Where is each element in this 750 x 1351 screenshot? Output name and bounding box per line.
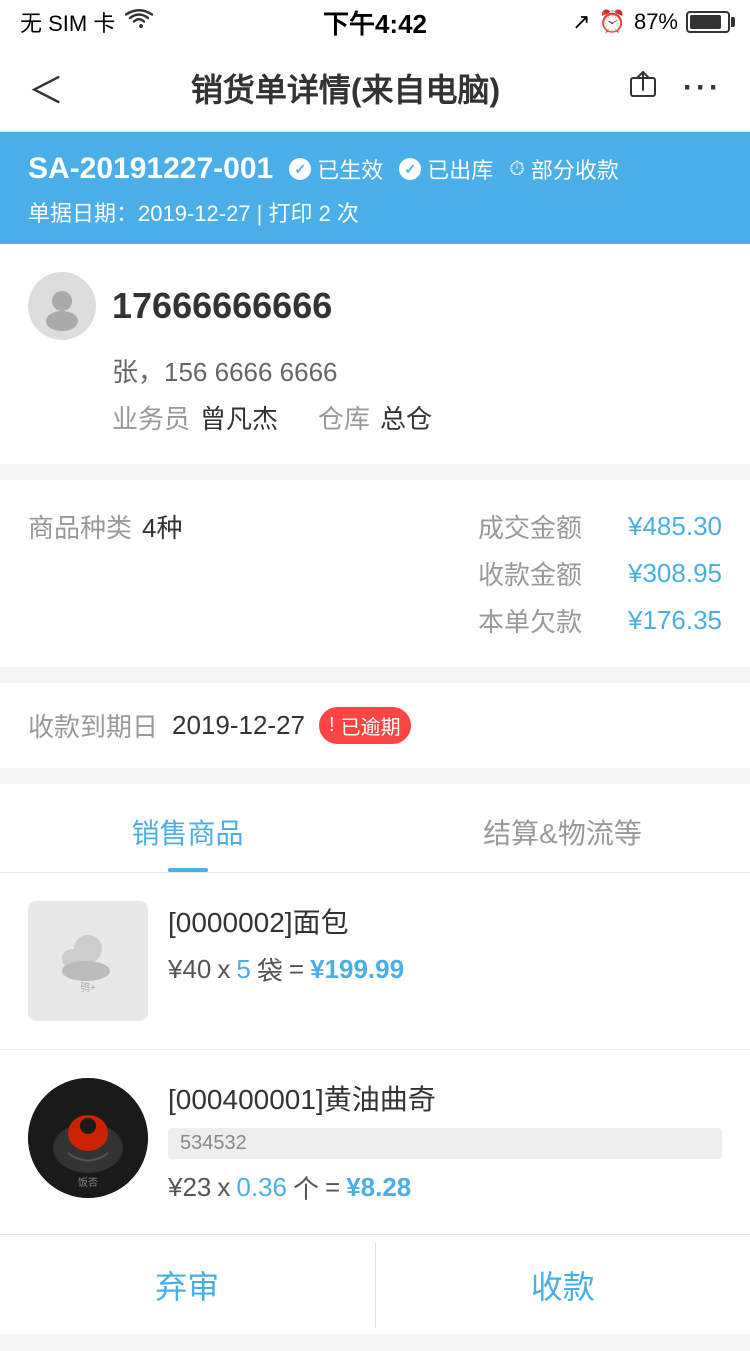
overdue-alert-icon: ! (329, 714, 335, 737)
status-text-3: 部分收款 (531, 153, 619, 185)
customer-meta: 业务员 曾凡杰 仓库 总仓 (28, 399, 722, 436)
deal-amount-label: 成交金额 (478, 508, 582, 545)
due-section: 收款到期日 2019-12-27 ! 已逾期 (0, 683, 750, 768)
bottom-bar: 弃审 收款 (0, 1234, 750, 1334)
product-unit-price-0: ¥40 (168, 954, 211, 985)
product-thumb-1: 饭否 (28, 1078, 148, 1198)
nav-actions: ··· (627, 68, 722, 108)
status-badge-1: ✓ 已生效 (289, 153, 383, 185)
warehouse-item: 仓库 总仓 (318, 399, 432, 436)
product-item-1: 饭否 [000400001]黄油曲奇 534532 ¥23 x 0.36 个 =… (0, 1050, 750, 1235)
carrier-text: 无 SIM 卡 (20, 6, 115, 38)
collect-amount-item: 收款金额 ¥308.95 (478, 555, 722, 592)
warehouse-value: 总仓 (380, 399, 432, 436)
product-tag-1: 534532 (168, 1128, 722, 1159)
product-types-item: 商品种类 4种 (28, 508, 182, 545)
avatar (28, 272, 96, 340)
tab-sales-products[interactable]: 销售商品 (0, 784, 375, 872)
collect-amount-value: ¥308.95 (602, 558, 722, 589)
owe-amount-label: 本单欠款 (478, 602, 582, 639)
cancel-review-button[interactable]: 弃审 (0, 1242, 376, 1328)
overdue-text: 已逾期 (341, 711, 401, 740)
due-label: 收款到期日 (28, 707, 158, 744)
collect-payment-button[interactable]: 收款 (376, 1242, 750, 1328)
product-info-0: [0000002]面包 ¥40 x 5 袋 = ¥199.99 (168, 901, 722, 988)
page-title: 销货单详情(来自电脑) (191, 65, 500, 111)
check-icon-1: ✓ (289, 158, 311, 180)
tabs-section: 销售商品 结算&物流等 (0, 784, 750, 873)
share-icon[interactable] (627, 68, 659, 108)
status-text-1: 已生效 (317, 153, 383, 185)
customer-phone: 17666666666 (112, 285, 332, 327)
salesperson-value: 曾凡杰 (200, 399, 278, 436)
collect-amount-label: 收款金额 (478, 555, 582, 592)
alarm-icon: ⏰ (599, 9, 626, 35)
products-section: 鸮+ [0000002]面包 ¥40 x 5 袋 = ¥199.99 (0, 873, 750, 1235)
owe-amount-item: 本单欠款 ¥176.35 (478, 602, 722, 639)
nav-bar: ＜ 销货单详情(来自电脑) ··· (0, 44, 750, 132)
product-price-row-0: ¥40 x 5 袋 = ¥199.99 (168, 951, 722, 988)
tab-settlement-logistics-label: 结算&物流等 (483, 818, 642, 849)
stats-row: 商品种类 4种 成交金额 ¥485.30 收款金额 ¥308.95 本单欠款 ¥… (28, 508, 722, 639)
product-types-label: 商品种类 (28, 508, 132, 545)
order-id-row: SA-20191227-001 ✓ 已生效 ✓ 已出库 ⏱ 部分收款 (28, 152, 722, 186)
salesperson-item: 业务员 曾凡杰 (112, 399, 278, 436)
product-thumb-0: 鸮+ (28, 901, 148, 1021)
product-unit-1: 个 (293, 1169, 319, 1206)
product-total-0: ¥199.99 (310, 954, 404, 985)
overdue-badge: ! 已逾期 (319, 707, 411, 744)
due-date-value: 2019-12-27 (172, 710, 305, 741)
wifi-icon (125, 8, 153, 36)
clock-icon: ⏱ (509, 158, 525, 181)
order-date-row: 单据日期：2019-12-27 | 打印 2 次 (28, 196, 722, 228)
stats-section: 商品种类 4种 成交金额 ¥485.30 收款金额 ¥308.95 本单欠款 ¥… (0, 480, 750, 667)
product-name-0: [0000002]面包 (168, 901, 722, 941)
product-total-1: ¥8.28 (346, 1172, 411, 1203)
tab-sales-products-label: 销售商品 (131, 818, 243, 849)
more-icon[interactable]: ··· (683, 71, 722, 105)
product-types-count: 4种 (142, 508, 182, 545)
warehouse-label: 仓库 (318, 399, 370, 436)
status-time: 下午4:42 (323, 4, 427, 41)
customer-row: 17666666666 (28, 272, 722, 340)
customer-name-phone: 张，156 6666 6666 (28, 352, 722, 389)
salesperson-label: 业务员 (112, 399, 190, 436)
order-header: SA-20191227-001 ✓ 已生效 ✓ 已出库 ⏱ 部分收款 单据日期：… (0, 132, 750, 244)
product-price-row-1: ¥23 x 0.36 个 = ¥8.28 (168, 1169, 722, 1206)
customer-section: 17666666666 张，156 6666 6666 业务员 曾凡杰 仓库 总… (0, 244, 750, 464)
amounts-block: 成交金额 ¥485.30 收款金额 ¥308.95 本单欠款 ¥176.35 (478, 508, 722, 639)
battery-text: 87% (634, 9, 678, 35)
status-right: ↗ ⏰ 87% (572, 9, 730, 35)
deal-amount-value: ¥485.30 (602, 511, 722, 542)
product-name-1: [000400001]黄油曲奇 (168, 1078, 722, 1118)
check-icon-2: ✓ (399, 158, 421, 180)
order-id: SA-20191227-001 (28, 152, 273, 186)
svg-text:鸮+: 鸮+ (80, 981, 96, 994)
status-left: 无 SIM 卡 (20, 6, 153, 38)
product-item-0: 鸮+ [0000002]面包 ¥40 x 5 袋 = ¥199.99 (0, 873, 750, 1050)
product-info-1: [000400001]黄油曲奇 534532 ¥23 x 0.36 个 = ¥8… (168, 1078, 722, 1206)
tab-settlement-logistics[interactable]: 结算&物流等 (375, 784, 750, 872)
svg-text:饭否: 饭否 (78, 1177, 98, 1189)
location-icon: ↗ (572, 9, 590, 35)
product-qty-0: 5 (236, 954, 250, 985)
battery-icon (686, 11, 730, 33)
status-bar: 无 SIM 卡 下午4:42 ↗ ⏰ 87% (0, 0, 750, 44)
product-qty-1: 0.36 (236, 1172, 287, 1203)
product-unit-0: 袋 (257, 951, 283, 988)
status-text-2: 已出库 (427, 153, 493, 185)
status-badge-2: ✓ 已出库 (399, 153, 493, 185)
deal-amount-item: 成交金额 ¥485.30 (478, 508, 722, 545)
status-badge-3: ⏱ 部分收款 (509, 153, 619, 185)
product-unit-price-1: ¥23 (168, 1172, 211, 1203)
owe-amount-value: ¥176.35 (602, 605, 722, 636)
back-button[interactable]: ＜ (28, 62, 64, 114)
battery-fill (690, 15, 721, 29)
